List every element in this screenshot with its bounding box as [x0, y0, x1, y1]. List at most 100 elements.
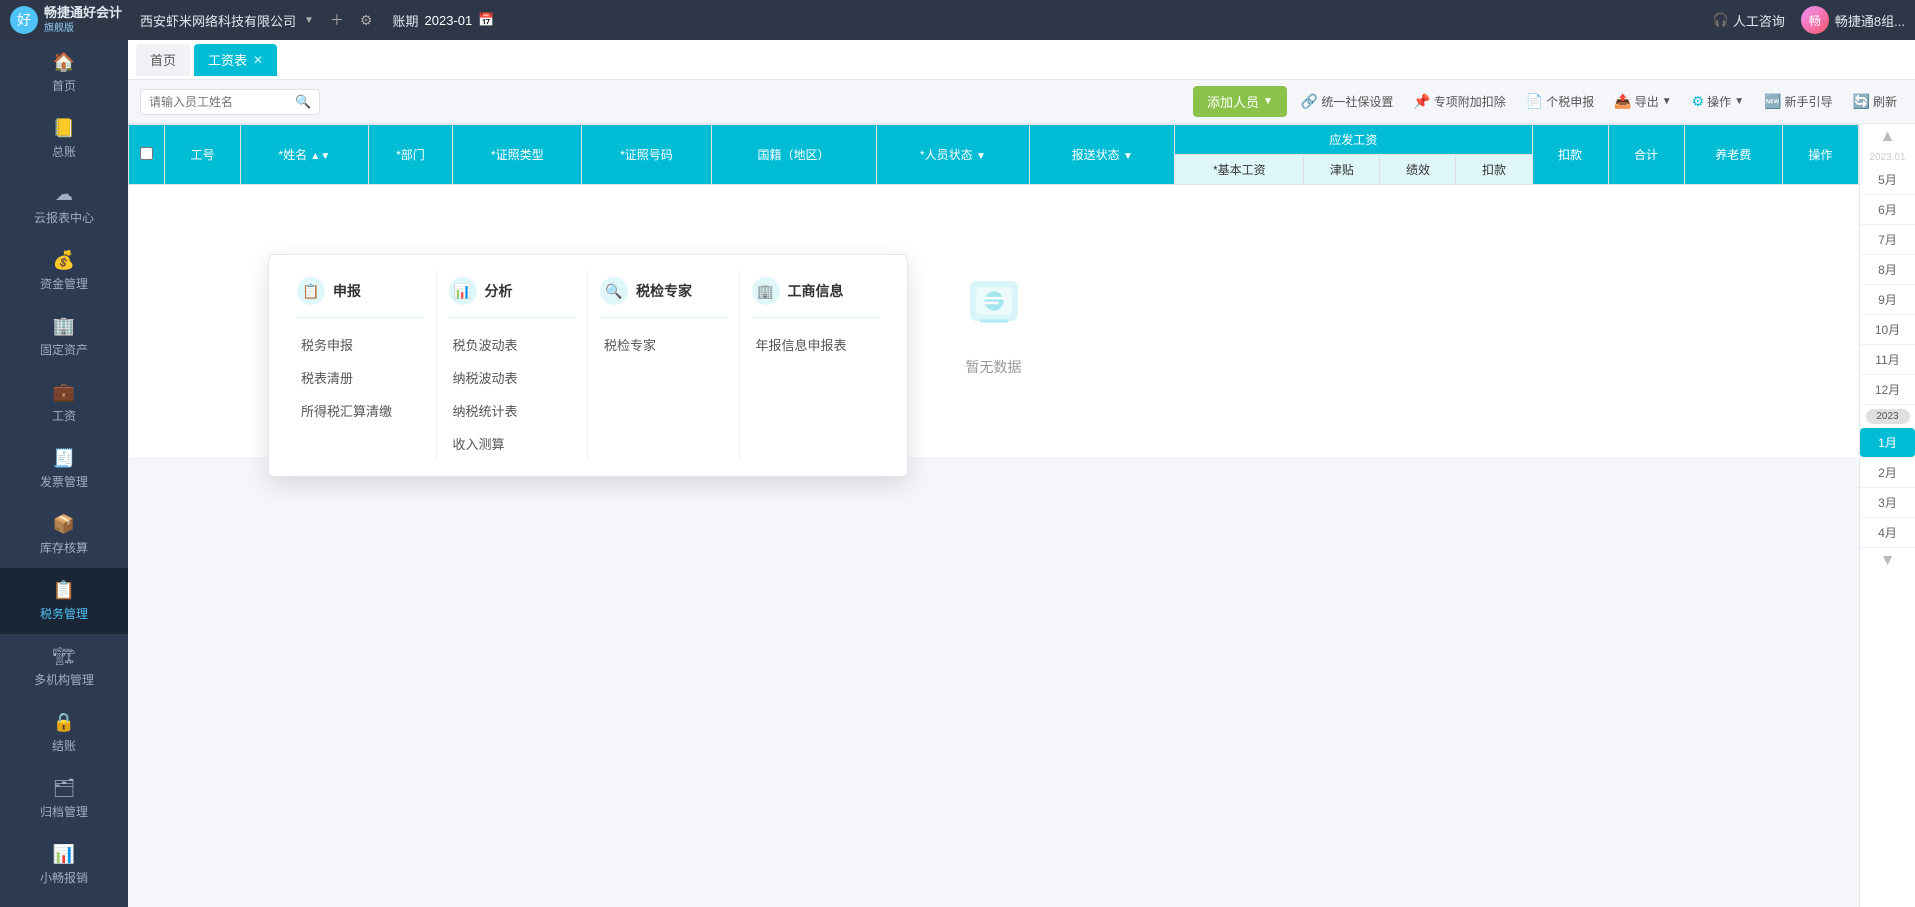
menu-section-business-info: 🏢 工商信息 年报信息申报表: [740, 271, 892, 460]
service-button[interactable]: 🎧 人工咨询: [1713, 11, 1785, 30]
tax-expert-section-icon: 🔍: [600, 277, 628, 305]
analysis-section-icon: 📊: [449, 277, 477, 305]
calendar-month-12[interactable]: 12月: [1860, 375, 1915, 405]
menu-item-tax-table-cleanup[interactable]: 税表清册: [297, 361, 424, 394]
operation-button[interactable]: ⚙ 操作 ▼: [1686, 89, 1750, 114]
sidebar-item-cloud[interactable]: ☁ 云报表中心: [0, 172, 128, 238]
menu-section-declaration: 📋 申报 税务申报 税表清册 所得税汇算清缴: [285, 271, 437, 460]
export-icon: 📤: [1614, 93, 1631, 110]
user-info[interactable]: 畅 畅捷通8组...: [1801, 6, 1905, 34]
settings-button[interactable]: ⚙: [356, 10, 377, 31]
special-deduction-label: 专项附加扣除: [1434, 93, 1506, 110]
menu-item-income-tax-calc[interactable]: 所得税汇算清缴: [297, 394, 424, 427]
calendar-month-4[interactable]: 4月: [1860, 518, 1915, 548]
logo-icon: 好: [10, 6, 38, 34]
refresh-button[interactable]: 🔄 刷新: [1847, 89, 1903, 114]
menu-item-tax-payment[interactable]: 纳税波动表: [449, 361, 576, 394]
add-company-button[interactable]: ＋: [326, 8, 348, 32]
dept-header: *部门: [368, 125, 453, 185]
year-badge-2023: 2023: [1866, 409, 1910, 424]
sidebar-item-assets[interactable]: 🏢 固定资产: [0, 304, 128, 370]
logo-area: 好 畅捷通好会计 旗舰版: [10, 5, 130, 35]
tax-return-button[interactable]: 📄 个税申报: [1520, 89, 1600, 114]
home-icon: 🏠: [53, 52, 75, 73]
new-guide-button[interactable]: 🆕 新手引导: [1758, 89, 1838, 114]
header-right: 🎧 人工咨询 畅 畅捷通8组...: [1713, 6, 1905, 34]
export-label: 导出: [1635, 93, 1659, 110]
calendar-month-1[interactable]: 1月: [1860, 428, 1915, 458]
sidebar-label-ledger: 总账: [52, 143, 76, 160]
calendar-month-6[interactable]: 6月: [1860, 195, 1915, 225]
tab-close-icon[interactable]: ✕: [253, 53, 263, 67]
salary-group-header: 应发工资: [1175, 125, 1532, 155]
ledger-icon: 📒: [53, 118, 75, 139]
add-person-button[interactable]: 添加人员 ▼: [1193, 86, 1287, 117]
report-icon: 📊: [53, 844, 75, 865]
menu-section-analysis: 📊 分析 税负波动表 纳税波动表 纳税统计表 收入测算: [437, 271, 589, 460]
toolbar: 🔍 添加人员 ▼ 🔗 统一社保设置 📌 专项附加扣除 📄 个税申报 📤 导出: [128, 80, 1915, 124]
calendar-month-9[interactable]: 9月: [1860, 285, 1915, 315]
export-arrow-icon: ▼: [1662, 96, 1672, 107]
sidebar-item-invoice[interactable]: 🧾 发票管理: [0, 436, 128, 502]
menu-item-tax-declaration[interactable]: 税务申报: [297, 328, 424, 361]
calendar-month-7[interactable]: 7月: [1860, 225, 1915, 255]
deduction-header: 扣款: [1456, 155, 1532, 185]
calendar-month-3[interactable]: 3月: [1860, 488, 1915, 518]
section-header-business: 🏢 工商信息: [752, 271, 880, 318]
sidebar: 🏠 首页 📒 总账 ☁ 云报表中心 💰 资金管理 🏢 固定资产 💼 工资 🧾 发…: [0, 40, 128, 907]
sidebar-item-fund[interactable]: 💰 资金管理: [0, 238, 128, 304]
sidebar-item-settings[interactable]: ⚙ 基础设置: [0, 898, 128, 907]
assets-icon: 🏢: [53, 316, 75, 337]
multi-icon: 🏗: [53, 646, 76, 667]
sidebar-item-ledger[interactable]: 📒 总账: [0, 106, 128, 172]
tab-salary-table[interactable]: 工资表 ✕: [194, 44, 277, 76]
tab-home-label: 首页: [150, 50, 176, 69]
sidebar-item-archive[interactable]: 🗂 归档管理: [0, 766, 128, 832]
menu-item-annual-report[interactable]: 年报信息申报表: [752, 328, 880, 361]
emp-no-header: 工号: [165, 125, 241, 185]
social-header: 养老费: [1684, 125, 1782, 185]
menu-item-tax-stats[interactable]: 纳税统计表: [449, 394, 576, 427]
calendar-month-5[interactable]: 5月: [1860, 165, 1915, 195]
sidebar-item-home[interactable]: 🏠 首页: [0, 40, 128, 106]
sidebar-label-multi: 多机构管理: [34, 671, 94, 688]
sidebar-item-close[interactable]: 🔒 结账: [0, 700, 128, 766]
tabs-bar: 首页 工资表 ✕: [128, 40, 1915, 80]
sidebar-label-inventory: 库存核算: [40, 539, 88, 556]
company-dropdown-arrow: ▼: [304, 15, 314, 26]
sidebar-label-close: 结账: [52, 737, 76, 754]
search-icon: 🔍: [295, 94, 311, 110]
company-name: 西安虾米网络科技有限公司: [140, 11, 296, 30]
calendar-icon[interactable]: 📅: [478, 12, 494, 28]
company-selector[interactable]: 西安虾米网络科技有限公司 ▼: [140, 11, 314, 30]
sidebar-item-multi[interactable]: 🏗 多机构管理: [0, 634, 128, 700]
menu-item-tax-burden[interactable]: 税负波动表: [449, 328, 576, 361]
menu-item-tax-expert[interactable]: 税检专家: [600, 328, 727, 361]
search-input[interactable]: [149, 95, 289, 109]
tab-salary-label: 工资表: [208, 50, 247, 69]
calendar-down-nav[interactable]: ▼: [1860, 548, 1915, 574]
calendar-up-nav[interactable]: ▲: [1860, 124, 1915, 150]
sidebar-item-tax[interactable]: 📋 税务管理: [0, 568, 128, 634]
menu-item-income-calc[interactable]: 收入测算: [449, 427, 576, 460]
tab-home[interactable]: 首页: [136, 44, 190, 76]
empty-illustration: [954, 265, 1034, 345]
calendar-month-8[interactable]: 8月: [1860, 255, 1915, 285]
social-security-button[interactable]: 🔗 统一社保设置: [1295, 89, 1399, 114]
special-deduction-button[interactable]: 📌 专项附加扣除: [1407, 89, 1511, 114]
calendar-month-10[interactable]: 10月: [1860, 315, 1915, 345]
calendar-month-11[interactable]: 11月: [1860, 345, 1915, 375]
export-button[interactable]: 📤 导出 ▼: [1608, 89, 1677, 114]
status-header: *人员状态 ▼: [876, 125, 1030, 185]
service-label: 人工咨询: [1733, 11, 1785, 30]
select-all-checkbox[interactable]: [140, 147, 153, 160]
sidebar-item-report[interactable]: 📊 小畅报销: [0, 832, 128, 898]
sidebar-label-tax: 税务管理: [40, 605, 88, 622]
sidebar-item-salary[interactable]: 💼 工资: [0, 370, 128, 436]
table-container: 工号 *姓名 ▲▼ *部门 *证照类型 *证照号码 国籍（地区） *人员状态 ▼…: [128, 124, 1859, 907]
new-guide-icon: 🆕: [1764, 93, 1781, 110]
user-label: 畅捷通8组...: [1835, 11, 1905, 30]
calendar-month-2[interactable]: 2月: [1860, 458, 1915, 488]
sidebar-item-inventory[interactable]: 📦 库存核算: [0, 502, 128, 568]
operation-arrow-icon: ▼: [1734, 96, 1744, 107]
